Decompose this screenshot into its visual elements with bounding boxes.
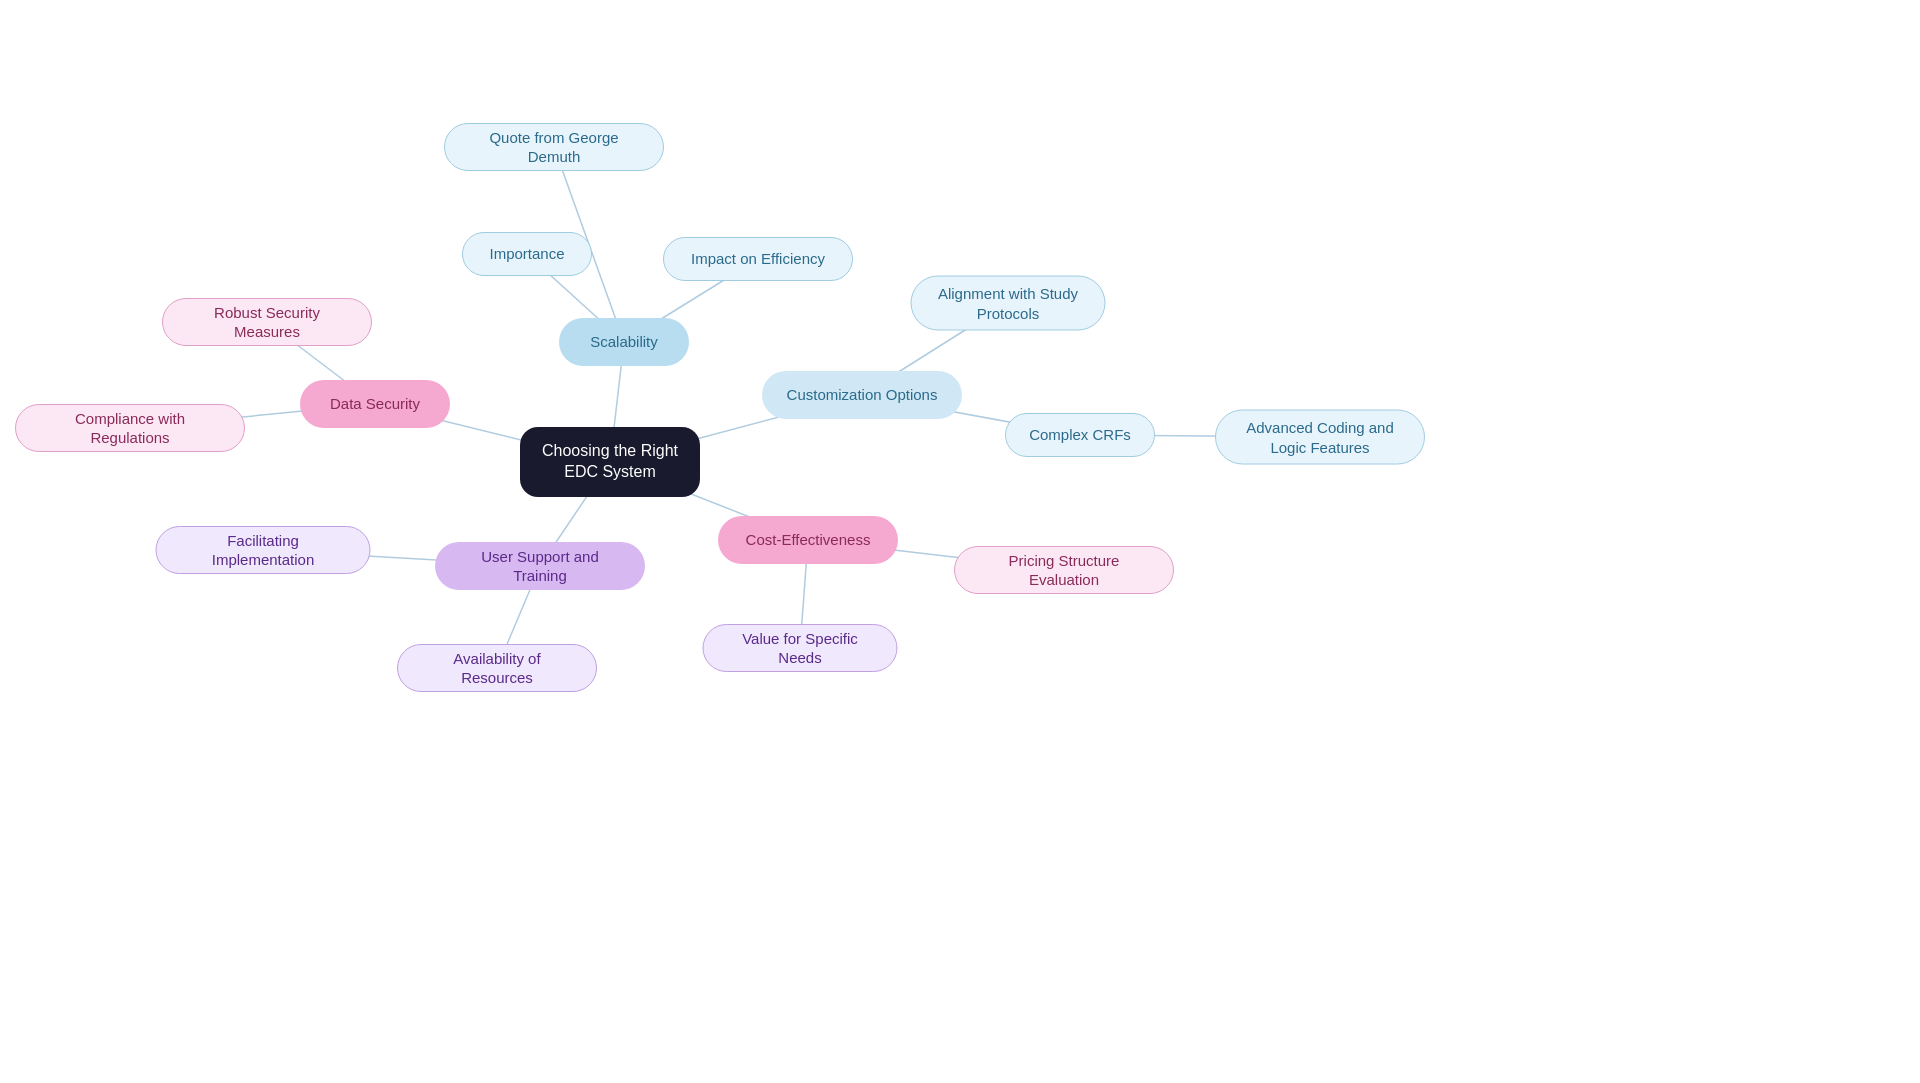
complex-crfs-label: Complex CRFs (1029, 425, 1131, 445)
value-label: Value for Specific Needs (724, 629, 877, 668)
facilitating-node[interactable]: Facilitating Implementation (156, 526, 371, 574)
center-label: Choosing the Right EDC System (540, 441, 680, 483)
alignment-label: Alignment with Study Protocols (932, 284, 1085, 323)
importance-node[interactable]: Importance (462, 232, 592, 276)
data-security-label: Data Security (330, 394, 420, 414)
availability-node[interactable]: Availability of Resources (397, 644, 597, 692)
robust-security-label: Robust Security Measures (183, 303, 351, 342)
quote-label: Quote from George Demuth (465, 128, 643, 167)
cost-effectiveness-node[interactable]: Cost-Effectiveness (718, 516, 898, 564)
customization-node[interactable]: Customization Options (762, 371, 962, 419)
value-node[interactable]: Value for Specific Needs (703, 624, 898, 672)
user-support-node[interactable]: User Support and Training (435, 542, 645, 590)
pricing-label: Pricing Structure Evaluation (975, 551, 1153, 590)
complex-crfs-node[interactable]: Complex CRFs (1005, 413, 1155, 457)
cost-effectiveness-label: Cost-Effectiveness (746, 530, 871, 550)
advanced-coding-node[interactable]: Advanced Coding and Logic Features (1215, 410, 1425, 465)
compliance-label: Compliance with Regulations (36, 409, 224, 448)
advanced-coding-label: Advanced Coding and Logic Features (1236, 418, 1404, 457)
center-node[interactable]: Choosing the Right EDC System (520, 427, 700, 497)
importance-label: Importance (489, 244, 564, 264)
data-security-node[interactable]: Data Security (300, 380, 450, 428)
robust-security-node[interactable]: Robust Security Measures (162, 298, 372, 346)
pricing-node[interactable]: Pricing Structure Evaluation (954, 546, 1174, 594)
impact-label: Impact on Efficiency (691, 249, 825, 269)
facilitating-label: Facilitating Implementation (177, 531, 350, 570)
scalability-label: Scalability (590, 332, 658, 352)
customization-label: Customization Options (787, 385, 938, 405)
quote-node[interactable]: Quote from George Demuth (444, 123, 664, 171)
impact-node[interactable]: Impact on Efficiency (663, 237, 853, 281)
alignment-node[interactable]: Alignment with Study Protocols (911, 276, 1106, 331)
compliance-node[interactable]: Compliance with Regulations (15, 404, 245, 452)
availability-label: Availability of Resources (418, 649, 576, 688)
scalability-node[interactable]: Scalability (559, 318, 689, 366)
user-support-label: User Support and Training (455, 547, 625, 586)
